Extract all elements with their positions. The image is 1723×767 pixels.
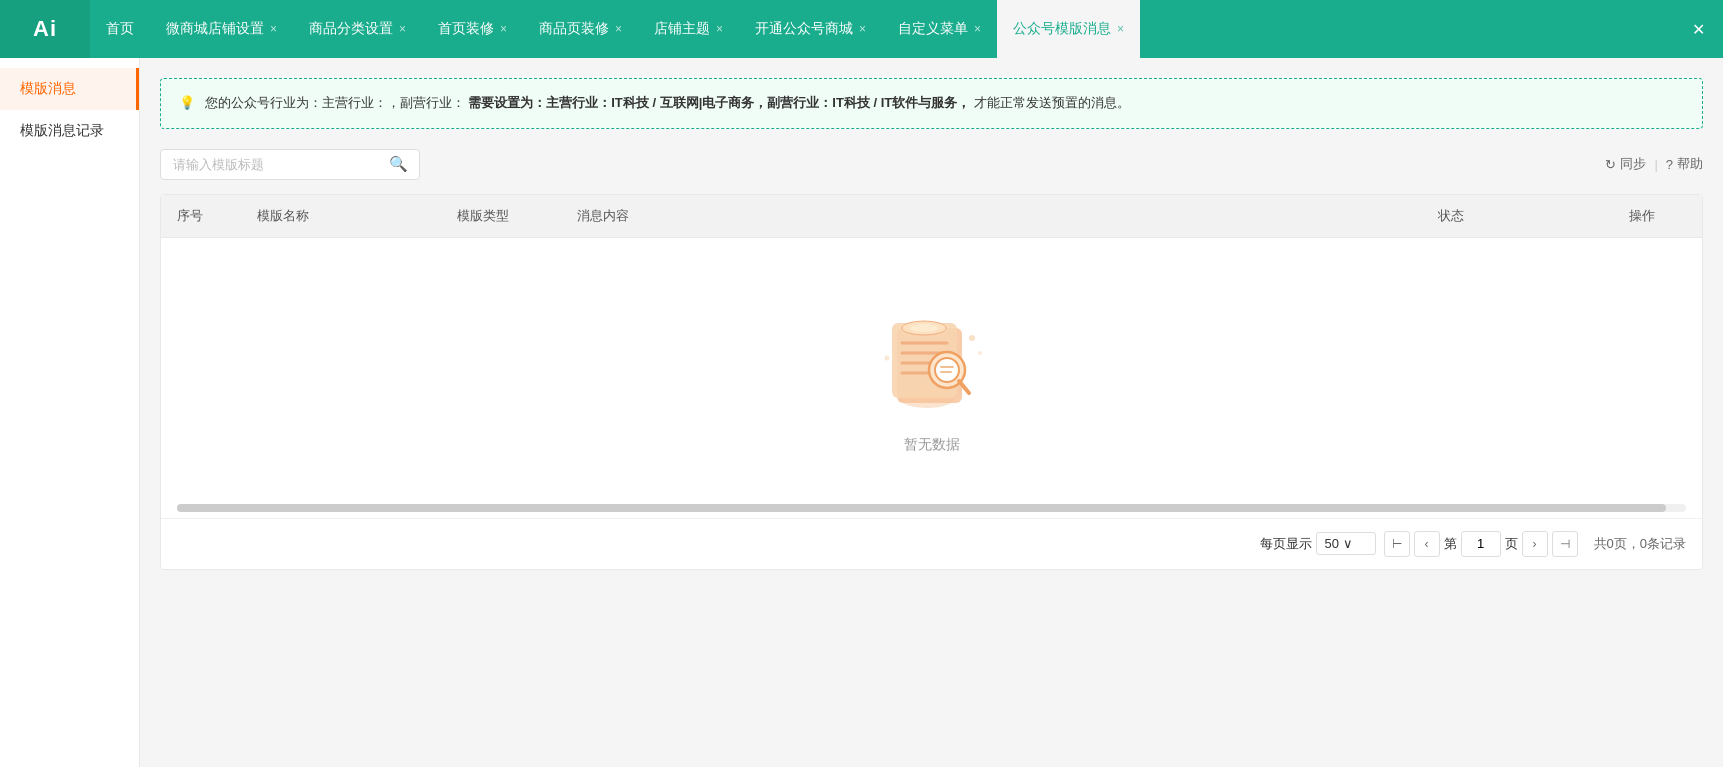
app-logo: Ai bbox=[0, 0, 90, 58]
nav-tab-store-theme[interactable]: 店铺主题 × bbox=[638, 0, 739, 58]
close-tab-store-theme[interactable]: × bbox=[716, 22, 723, 36]
scroll-thumb bbox=[177, 504, 1666, 512]
empty-text: 暂无数据 bbox=[904, 436, 960, 454]
nav-tab-store-setting[interactable]: 微商城店铺设置 × bbox=[150, 0, 293, 58]
svg-point-13 bbox=[978, 351, 982, 355]
col-seq: 序号 bbox=[161, 195, 241, 237]
next-page-button[interactable]: › bbox=[1522, 531, 1548, 557]
page-unit: 页 bbox=[1505, 535, 1518, 553]
close-tab-store-setting[interactable]: × bbox=[270, 22, 277, 36]
close-tab-custom-menu[interactable]: × bbox=[974, 22, 981, 36]
notice-prefix: 您的公众号行业为：主营行业：，副营行业： bbox=[205, 95, 465, 110]
bulb-icon: 💡 bbox=[179, 95, 195, 110]
first-page-button[interactable]: ⊢ bbox=[1384, 531, 1410, 557]
pagination: 每页显示 50 ∨ ⊢ ‹ 第 页 › ⊣ 共0页，0条记录 bbox=[161, 518, 1702, 569]
notice-banner: 💡 您的公众号行业为：主营行业：，副营行业： 需要设置为：主营行业：IT科技 /… bbox=[160, 78, 1703, 129]
svg-point-8 bbox=[935, 358, 959, 382]
col-status: 状态 bbox=[1422, 195, 1582, 237]
empty-state: 暂无数据 bbox=[161, 238, 1702, 494]
divider: | bbox=[1654, 157, 1657, 172]
nav-tab-custom-menu[interactable]: 自定义菜单 × bbox=[882, 0, 997, 58]
chevron-down-icon: ∨ bbox=[1343, 536, 1353, 551]
last-page-button[interactable]: ⊣ bbox=[1552, 531, 1578, 557]
search-icon[interactable]: 🔍 bbox=[389, 155, 408, 173]
nav-tab-product-decor[interactable]: 商品页装修 × bbox=[523, 0, 638, 58]
nav-tab-product-category[interactable]: 商品分类设置 × bbox=[293, 0, 422, 58]
close-tab-homepage-decor[interactable]: × bbox=[500, 22, 507, 36]
nav-tab-homepage-decor[interactable]: 首页装修 × bbox=[422, 0, 523, 58]
empty-illustration bbox=[872, 298, 992, 418]
search-input-wrap: 🔍 bbox=[160, 149, 420, 180]
scroll-bar[interactable] bbox=[161, 498, 1702, 518]
table-header: 序号 模版名称 模版类型 消息内容 状态 操作 bbox=[161, 195, 1702, 238]
sync-button[interactable]: ↻ 同步 bbox=[1605, 155, 1646, 173]
svg-point-16 bbox=[910, 324, 938, 332]
nav-tab-template-msg[interactable]: 公众号模版消息 × bbox=[997, 0, 1140, 58]
help-label: 帮助 bbox=[1677, 155, 1703, 173]
sync-icon: ↻ bbox=[1605, 157, 1616, 172]
scroll-track bbox=[177, 504, 1686, 512]
search-actions: ↻ 同步 | ? 帮助 bbox=[1605, 155, 1703, 173]
close-tab-product-decor[interactable]: × bbox=[615, 22, 622, 36]
prev-page-button[interactable]: ‹ bbox=[1414, 531, 1440, 557]
svg-point-14 bbox=[884, 355, 889, 360]
close-tab-product-category[interactable]: × bbox=[399, 22, 406, 36]
notice-highlight: 需要设置为：主营行业：IT科技 / 互联网|电子商务，副营行业：IT科技 / I… bbox=[468, 95, 970, 110]
close-tab-open-mall[interactable]: × bbox=[859, 22, 866, 36]
per-page-label: 每页显示 bbox=[1260, 535, 1312, 553]
search-input[interactable] bbox=[169, 150, 389, 179]
page-size-select: 每页显示 50 ∨ bbox=[1260, 532, 1376, 555]
data-table: 序号 模版名称 模版类型 消息内容 状态 操作 bbox=[160, 194, 1703, 570]
sidebar: 模版消息模版消息记录 bbox=[0, 58, 140, 767]
col-action: 操作 bbox=[1582, 195, 1702, 237]
page-input[interactable] bbox=[1461, 531, 1501, 557]
sync-label: 同步 bbox=[1620, 155, 1646, 173]
nav-tabs: 首页微商城店铺设置 ×商品分类设置 ×首页装修 ×商品页装修 ×店铺主题 ×开通… bbox=[90, 0, 1673, 58]
svg-point-12 bbox=[969, 335, 975, 341]
nav-tab-open-mall[interactable]: 开通公众号商城 × bbox=[739, 0, 882, 58]
content-area: 💡 您的公众号行业为：主营行业：，副营行业： 需要设置为：主营行业：IT科技 /… bbox=[140, 58, 1723, 767]
page-size-dropdown[interactable]: 50 ∨ bbox=[1316, 532, 1376, 555]
top-nav: Ai 首页微商城店铺设置 ×商品分类设置 ×首页装修 ×商品页装修 ×店铺主题 … bbox=[0, 0, 1723, 58]
sidebar-item-template-msg-record[interactable]: 模版消息记录 bbox=[0, 110, 139, 152]
close-tab-template-msg[interactable]: × bbox=[1117, 22, 1124, 36]
total-info: 共0页，0条记录 bbox=[1594, 535, 1686, 553]
sidebar-item-template-msg[interactable]: 模版消息 bbox=[0, 68, 139, 110]
logo-text: Ai bbox=[33, 16, 57, 42]
col-name: 模版名称 bbox=[241, 195, 441, 237]
page-nav: ⊢ ‹ 第 页 › ⊣ bbox=[1384, 531, 1578, 557]
help-button[interactable]: ? 帮助 bbox=[1666, 155, 1703, 173]
help-icon: ? bbox=[1666, 157, 1673, 172]
col-content: 消息内容 bbox=[561, 195, 1422, 237]
page-size-value: 50 bbox=[1325, 536, 1339, 551]
close-all-button[interactable]: ✕ bbox=[1673, 0, 1723, 58]
main-layout: 模版消息模版消息记录 💡 您的公众号行业为：主营行业：，副营行业： 需要设置为：… bbox=[0, 58, 1723, 767]
notice-suffix: 才能正常发送预置的消息。 bbox=[974, 95, 1130, 110]
search-bar: 🔍 ↻ 同步 | ? 帮助 bbox=[160, 149, 1703, 180]
nav-tab-home[interactable]: 首页 bbox=[90, 0, 150, 58]
col-type: 模版类型 bbox=[441, 195, 561, 237]
page-label: 第 bbox=[1444, 535, 1457, 553]
